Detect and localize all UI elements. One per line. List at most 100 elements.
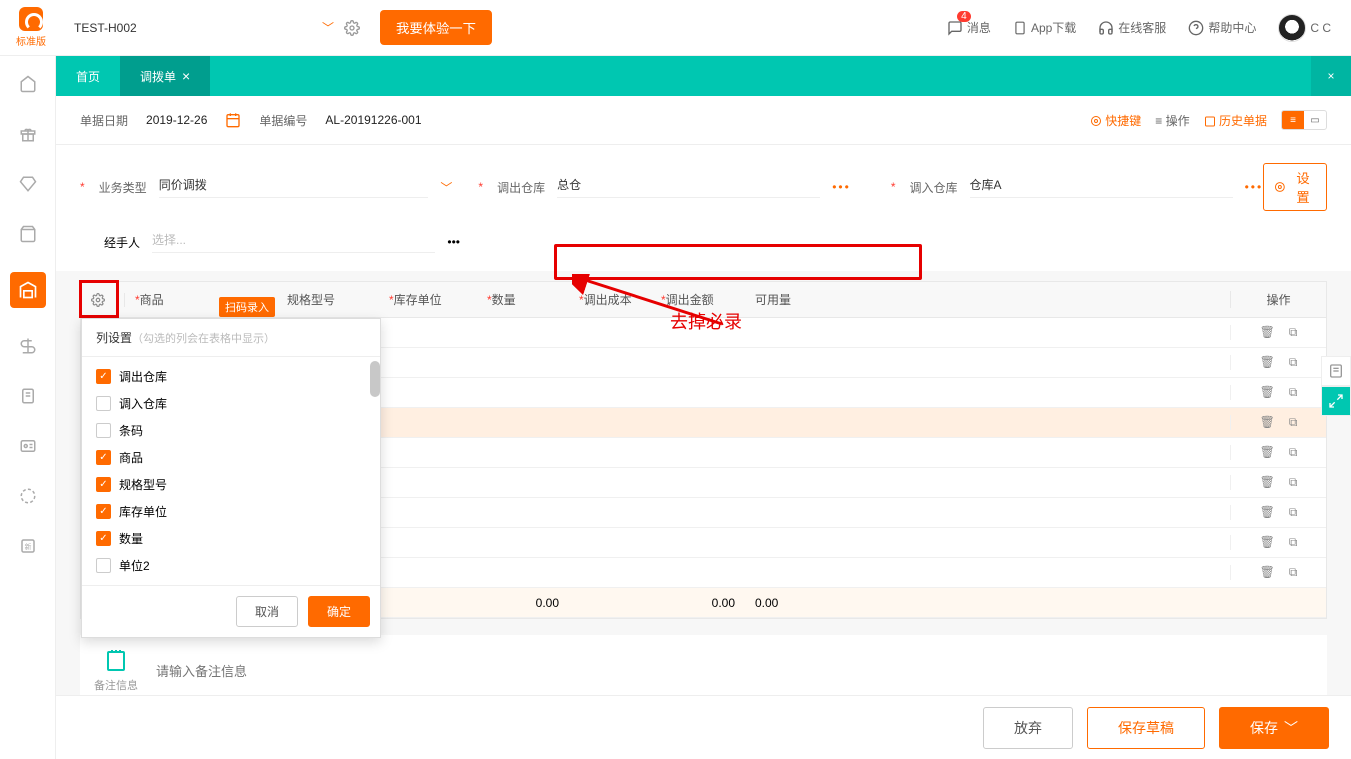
checkbox-icon [96,396,111,411]
app-download[interactable]: App下载 [1013,19,1076,36]
column-option[interactable]: ✓库存单位 [82,498,380,525]
message-label: 消息 [967,19,991,36]
list-view-icon[interactable]: ≡ [1282,111,1304,129]
delete-icon[interactable]: 🗑 [1260,415,1275,430]
chevron-down-icon: ﹀ [440,179,452,196]
close-all-tabs[interactable]: × [1311,56,1351,96]
nav-warehouse-icon[interactable] [10,272,46,308]
scan-badge[interactable]: 扫码录入 [219,297,275,317]
tab-current-label: 调拨单 [140,68,176,85]
discard-button[interactable]: 放弃 [983,707,1073,749]
copy-icon[interactable]: ⧉ [1289,415,1298,430]
out-warehouse-field[interactable]: * 调出仓库 总仓 ••• [478,163,850,211]
biz-type-value: 同价调拨 [159,176,429,198]
tab-home[interactable]: 首页 [56,56,120,96]
help-center[interactable]: 帮助中心 [1188,19,1256,36]
delete-icon[interactable]: 🗑 [1260,385,1275,400]
column-option[interactable]: ✓ 规格型号 [82,471,380,498]
trial-button[interactable]: 我要体验一下 [380,10,492,45]
date-label: 单据日期 [80,112,128,129]
remarks-input[interactable] [156,664,1313,679]
logo[interactable]: 标准版 [10,7,52,48]
scrollbar-thumb[interactable] [370,361,380,397]
handler-field[interactable]: 经手人 选择... ••• [80,231,460,253]
nav-gift-icon[interactable] [16,122,40,146]
nav-diamond-icon[interactable] [16,172,40,196]
column-option[interactable]: ✓商品 [82,444,380,471]
column-option[interactable]: 单位2 [82,552,380,579]
delete-icon[interactable]: 🗑 [1260,445,1275,460]
col-spec: 规格型号 [277,291,379,308]
column-option-label: 数量 [119,530,143,547]
copy-icon[interactable]: ⧉ [1289,325,1298,340]
biz-type-field[interactable]: * 业务类型 同价调拨 ﹀ [80,163,452,211]
expand-icon[interactable] [1321,386,1351,416]
chevron-down-icon: ﹀ [1284,718,1298,738]
view-toggle[interactable]: ≡ ▭ [1281,110,1327,130]
save-draft-button[interactable]: 保存草稿 [1087,707,1205,749]
nav-sync-icon[interactable] [16,484,40,508]
copy-icon[interactable]: ⧉ [1289,505,1298,520]
card-view-icon[interactable]: ▭ [1304,111,1326,129]
delete-icon[interactable]: 🗑 [1260,535,1275,550]
user-menu[interactable]: C C [1278,14,1331,42]
nav-money-icon[interactable] [16,334,40,358]
close-icon[interactable]: × [182,68,190,84]
note-icon[interactable] [1321,356,1351,386]
avatar [1278,14,1306,42]
nav-clipboard-icon[interactable] [16,384,40,408]
message-badge: 4 [957,11,971,22]
calendar-icon[interactable] [225,112,241,128]
tab-current[interactable]: 调拨单 × [120,56,210,96]
column-option[interactable]: 条码 [82,417,380,444]
online-service[interactable]: 在线客服 [1098,19,1166,36]
settings-button[interactable]: 设置 [1263,163,1327,211]
confirm-button[interactable]: 确定 [308,596,370,627]
store-selector[interactable]: TEST-H002 ﹀ [74,13,334,42]
delete-icon[interactable]: 🗑 [1260,505,1275,520]
save-button[interactable]: 保存﹀ [1219,707,1329,749]
nav-bag-icon[interactable] [16,222,40,246]
more-icon[interactable]: ••• [832,180,851,194]
copy-icon[interactable]: ⧉ [1289,565,1298,580]
sum-amount: 0.00 [651,596,745,610]
more-icon[interactable]: ••• [1245,180,1264,194]
cancel-button[interactable]: 取消 [236,596,298,627]
column-option[interactable]: 调入仓库 [82,390,380,417]
delete-icon[interactable]: 🗑 [1260,565,1275,580]
column-option-label: 调入仓库 [119,395,167,412]
column-option-label: 规格型号 [119,476,167,493]
shortcut-link[interactable]: 快捷键 [1090,112,1141,129]
nav-new-icon[interactable]: 新 [16,534,40,558]
date-value[interactable]: 2019-12-26 [146,113,207,127]
help-icon [1188,20,1204,36]
delete-icon[interactable]: 🗑 [1260,355,1275,370]
message-button[interactable]: 消息 4 [947,19,991,36]
history-link[interactable]: 历史单据 [1204,112,1267,129]
column-option[interactable]: ✓调出仓库 [82,363,380,390]
help-label: 帮助中心 [1208,19,1256,36]
top-header: 标准版 TEST-H002 ﹀ 我要体验一下 消息 4 App下载 在线客服 [0,0,1351,56]
delete-icon[interactable]: 🗑 [1260,475,1275,490]
biz-type-label: 业务类型 [99,179,147,196]
delete-icon[interactable]: 🗑 [1260,325,1275,340]
out-warehouse-value: 总仓 [557,176,820,198]
in-warehouse-field[interactable]: * 调入仓库 仓库A ••• [891,163,1263,211]
col-qty: *数量 [477,291,569,308]
copy-icon[interactable]: ⧉ [1289,475,1298,490]
copy-icon[interactable]: ⧉ [1289,355,1298,370]
checkbox-icon: ✓ [96,477,111,492]
copy-icon[interactable]: ⧉ [1289,385,1298,400]
footer: 放弃 保存草稿 保存﹀ [56,695,1351,759]
copy-icon[interactable]: ⧉ [1289,535,1298,550]
operate-link[interactable]: ≡ 操作 [1155,112,1189,129]
handler-label: 经手人 [104,234,140,251]
nav-id-icon[interactable] [16,434,40,458]
gear-icon[interactable] [344,20,360,36]
sum-available: 0.00 [745,596,839,610]
copy-icon[interactable]: ⧉ [1289,445,1298,460]
more-icon[interactable]: ••• [447,235,460,249]
nav-home-icon[interactable] [16,72,40,96]
doc-header: 单据日期 2019-12-26 单据编号 AL-20191226-001 快捷键… [56,96,1351,145]
column-option[interactable]: ✓数量 [82,525,380,552]
